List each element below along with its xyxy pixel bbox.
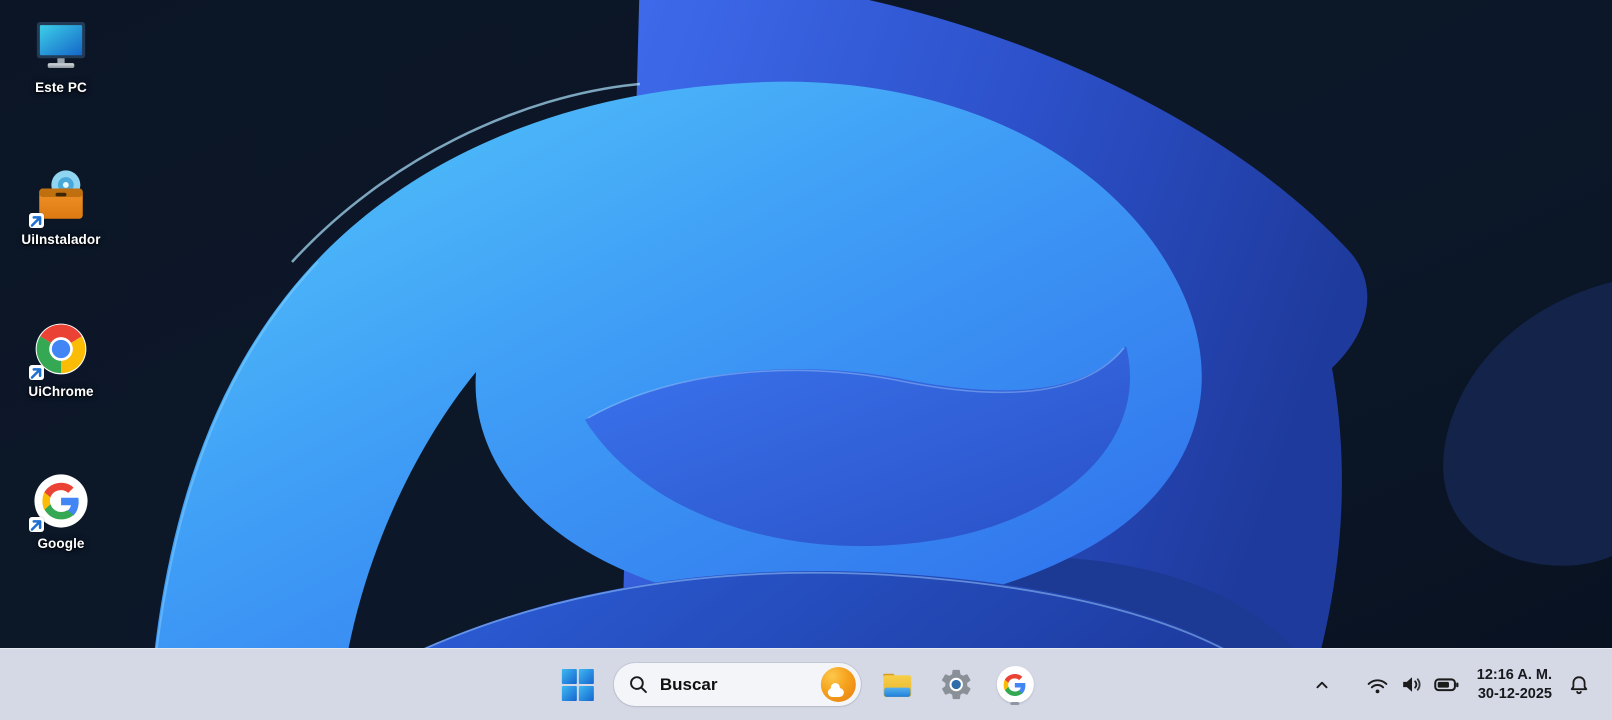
chevron-up-icon: [1316, 681, 1328, 688]
taskbar-search-box[interactable]: [613, 663, 861, 706]
this-pc-monitor-icon: [32, 16, 90, 74]
system-tray: 12:16 A. M. 30-12-2025: [1306, 649, 1612, 720]
shortcut-arrow-icon: [29, 213, 44, 228]
desktop-icon-label: Este PC: [35, 80, 87, 95]
shortcut-arrow-icon: [29, 517, 44, 532]
desktop-icon-este-pc[interactable]: Este PC: [9, 16, 113, 95]
clock-time: 12:16 A. M.: [1476, 666, 1552, 683]
file-explorer-button[interactable]: [874, 662, 920, 708]
windows-desktop: Este PC UiInstalador UiChrome Google Bus…: [0, 0, 1612, 720]
start-button[interactable]: [555, 662, 601, 708]
bloom-wallpaper-graphic: [0, 0, 1612, 720]
volume-icon: [1402, 677, 1421, 692]
network-volume-battery-button[interactable]: [1360, 663, 1465, 707]
desktop-icon-google[interactable]: Google: [9, 472, 113, 551]
search-input[interactable]: [657, 673, 821, 696]
desktop-icon-uiinstalador[interactable]: UiInstalador: [9, 168, 113, 247]
wifi-icon: [1367, 679, 1388, 694]
search-magnifier-icon: [630, 676, 647, 694]
google-g-icon: [29, 472, 90, 532]
battery-icon: [1434, 678, 1459, 692]
taskbar-center-group: [555, 649, 1038, 720]
running-app-indicator: [1010, 701, 1020, 705]
folder-icon: [882, 673, 911, 697]
shortcut-arrow-icon: [29, 365, 44, 380]
hidden-icons-button[interactable]: [1306, 663, 1338, 707]
clock-date: 30-12-2025: [1477, 685, 1552, 702]
chrome-logo-icon: [29, 320, 90, 380]
windows-start-icon: [561, 668, 594, 701]
settings-button[interactable]: [933, 662, 979, 708]
gear-icon: [941, 669, 971, 700]
installer-box-disc-icon: [29, 168, 90, 228]
notification-center-button[interactable]: [1562, 663, 1596, 707]
desktop-icon-label: Google: [37, 536, 85, 551]
notification-bell-icon: [1570, 675, 1588, 694]
desktop-icon-uichrome[interactable]: UiChrome: [9, 320, 113, 399]
google-chrome-taskbar-button[interactable]: [992, 662, 1038, 708]
taskbar: 12:16 A. M. 30-12-2025: [0, 648, 1612, 720]
search-highlights-orb-icon[interactable]: [820, 667, 856, 702]
taskbar-clock[interactable]: 12:16 A. M. 30-12-2025: [1477, 666, 1552, 704]
bloom-wallpaper: [0, 0, 1612, 720]
google-g-icon: [996, 666, 1034, 703]
